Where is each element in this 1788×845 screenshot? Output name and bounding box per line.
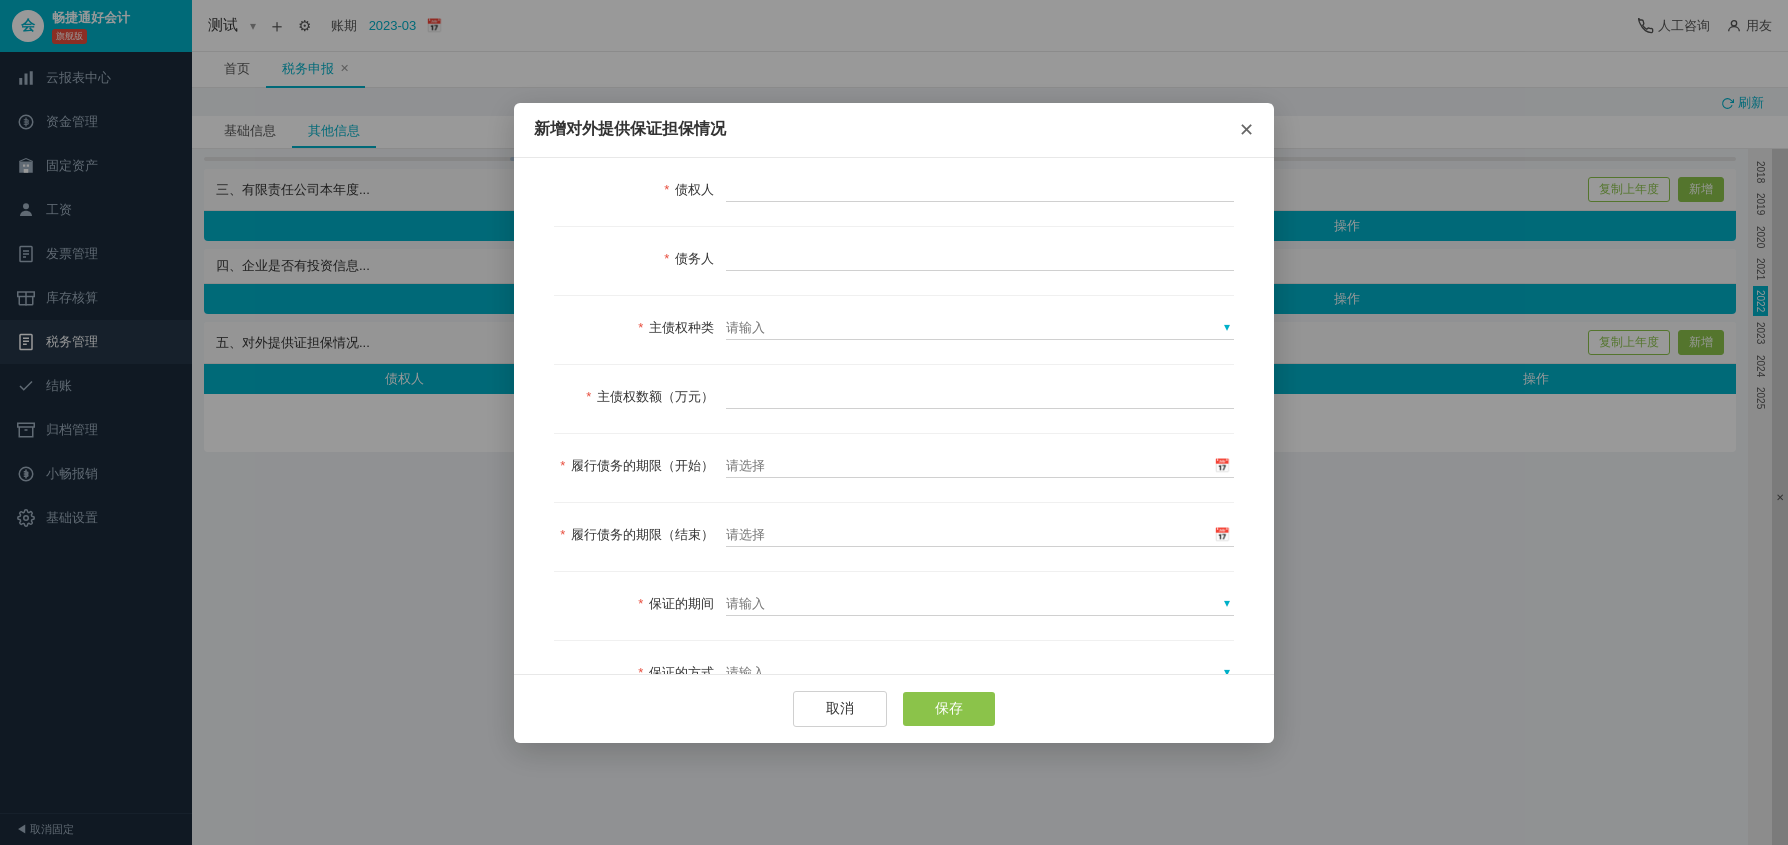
divider-5: [554, 502, 1234, 503]
form-row-period-start: * 履行债务的期限（开始） 📅: [554, 454, 1234, 478]
period-start-wrapper: 📅: [726, 454, 1234, 478]
creditor-input[interactable]: [726, 178, 1234, 202]
modal-title: 新增对外提供保证担保情况: [534, 119, 726, 140]
divider-4: [554, 433, 1234, 434]
form-label-claim-amount: * 主债权数额（万元）: [554, 388, 714, 406]
form-label-guarantee-method: * 保证的方式: [554, 664, 714, 674]
period-end-wrapper: 📅: [726, 523, 1234, 547]
divider-7: [554, 640, 1234, 641]
form-row-claim-type: * 主债权种类 ▾: [554, 316, 1234, 340]
period-start-calendar-icon[interactable]: 📅: [1214, 458, 1230, 473]
debtor-input[interactable]: [726, 247, 1234, 271]
period-end-calendar-icon[interactable]: 📅: [1214, 527, 1230, 542]
form-label-period-end: * 履行债务的期限（结束）: [554, 526, 714, 544]
guarantee-method-input[interactable]: [726, 661, 1234, 674]
form-label-guarantee-period: * 保证的期间: [554, 595, 714, 613]
claim-type-input[interactable]: [726, 316, 1234, 339]
modal: 新增对外提供保证担保情况 ✕ * 债权人 * 债务人: [514, 103, 1274, 743]
form-row-creditor: * 债权人: [554, 178, 1234, 202]
cancel-button[interactable]: 取消: [793, 691, 887, 727]
divider-6: [554, 571, 1234, 572]
form-row-debtor: * 债务人: [554, 247, 1234, 271]
period-end-input[interactable]: [726, 523, 1234, 546]
form-row-guarantee-method: * 保证的方式 ▾: [554, 661, 1234, 674]
period-start-input[interactable]: [726, 454, 1234, 477]
form-label-debtor: * 债务人: [554, 250, 714, 268]
form-label-claim-type: * 主债权种类: [554, 319, 714, 337]
claim-amount-input[interactable]: [726, 385, 1234, 409]
guarantee-period-input[interactable]: [726, 592, 1234, 615]
divider-1: [554, 226, 1234, 227]
claim-type-chevron-icon[interactable]: ▾: [1224, 320, 1230, 334]
save-button[interactable]: 保存: [903, 692, 995, 726]
modal-footer: 取消 保存: [514, 674, 1274, 743]
divider-3: [554, 364, 1234, 365]
claim-type-wrapper: ▾: [726, 316, 1234, 340]
form-row-period-end: * 履行债务的期限（结束） 📅: [554, 523, 1234, 547]
modal-overlay: 新增对外提供保证担保情况 ✕ * 债权人 * 债务人: [0, 0, 1788, 845]
modal-body: * 债权人 * 债务人 * 主债权种类: [514, 158, 1274, 674]
form-row-guarantee-period: * 保证的期间 ▾: [554, 592, 1234, 616]
form-label-creditor: * 债权人: [554, 181, 714, 199]
guarantee-method-wrapper: ▾: [726, 661, 1234, 674]
form-label-period-start: * 履行债务的期限（开始）: [554, 457, 714, 475]
form-row-claim-amount: * 主债权数额（万元）: [554, 385, 1234, 409]
modal-header: 新增对外提供保证担保情况 ✕: [514, 103, 1274, 158]
divider-2: [554, 295, 1234, 296]
guarantee-method-chevron-icon[interactable]: ▾: [1224, 665, 1230, 674]
modal-close-button[interactable]: ✕: [1239, 119, 1254, 141]
guarantee-period-wrapper: ▾: [726, 592, 1234, 616]
guarantee-period-chevron-icon[interactable]: ▾: [1224, 596, 1230, 610]
